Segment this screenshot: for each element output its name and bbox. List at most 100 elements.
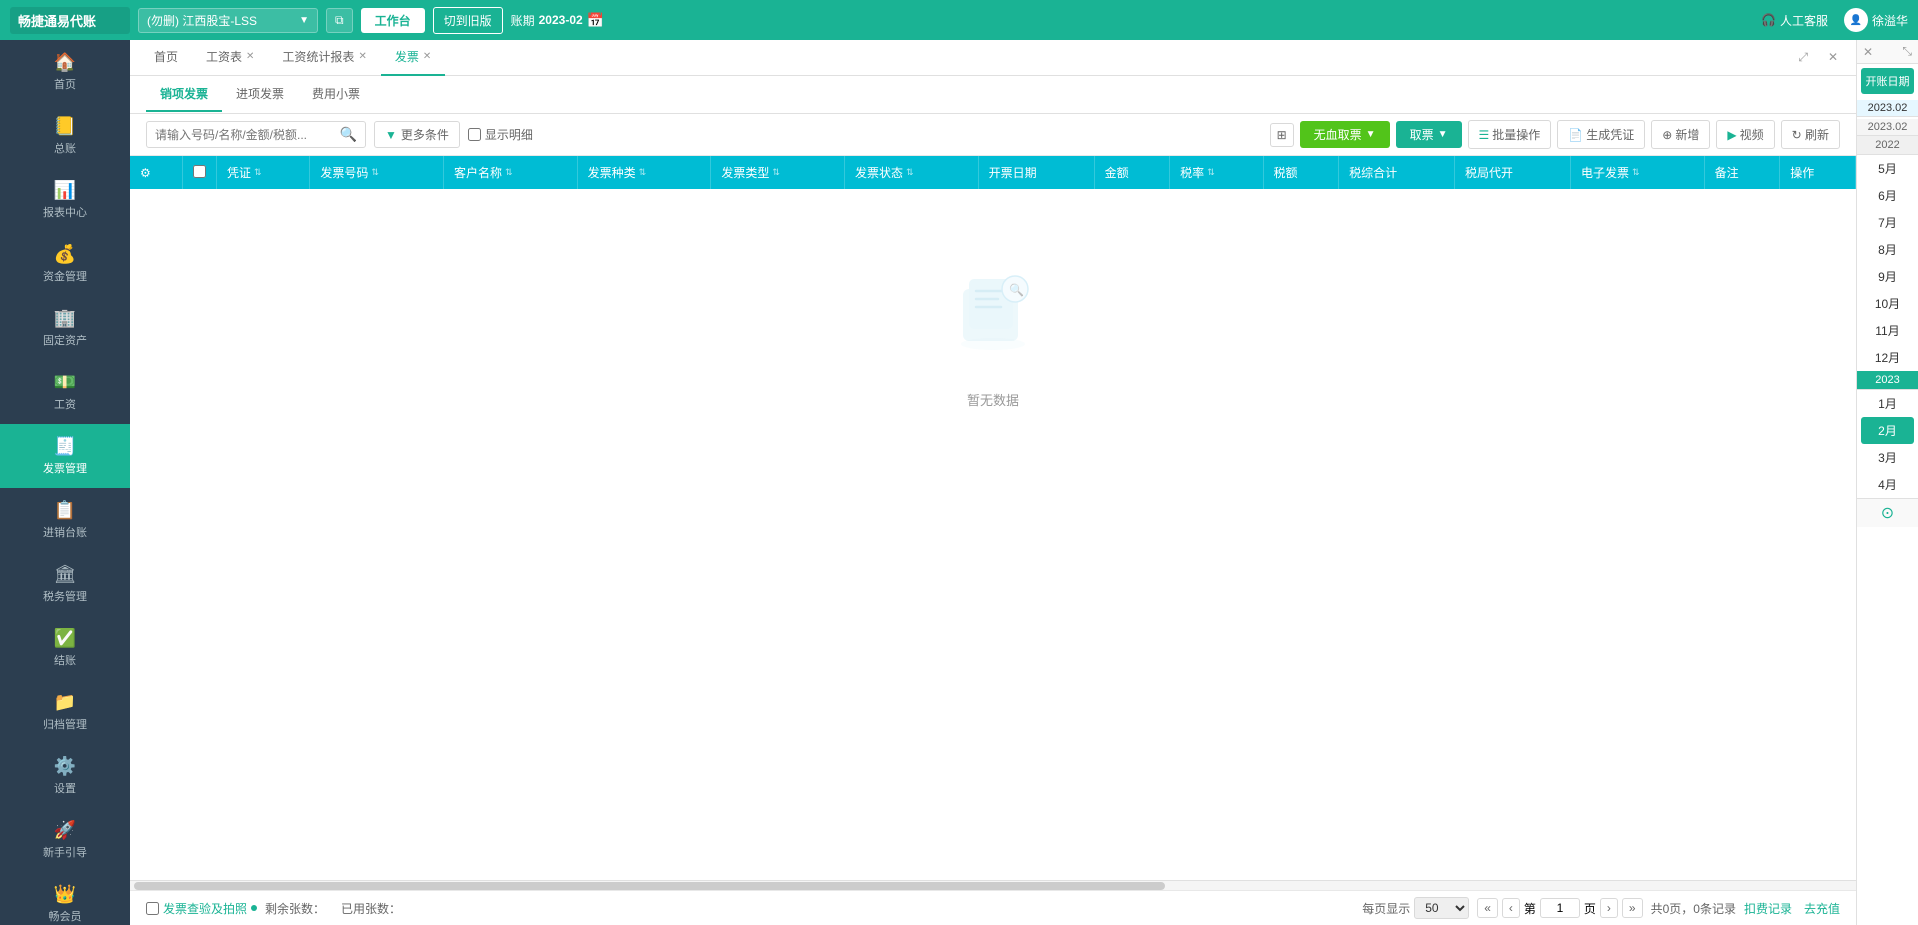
page-size-select[interactable]: 10 20 50 100 <box>1414 897 1469 919</box>
scroll-down-button[interactable]: ⊙ <box>1857 498 1918 527</box>
th-date[interactable]: 开票日期 <box>978 156 1094 189</box>
th-tax-rate[interactable]: 税率 ⇅ <box>1170 156 1263 189</box>
th-tax-bureau[interactable]: 税局代开 <box>1455 156 1571 189</box>
select-all-checkbox[interactable] <box>193 165 206 178</box>
month-2022-05[interactable]: 5月 <box>1857 155 1918 182</box>
month-2022-11[interactable]: 11月 <box>1857 317 1918 344</box>
month-2022-08[interactable]: 8月 <box>1857 236 1918 263</box>
tab-salary[interactable]: 工资表 ✕ <box>192 40 268 76</box>
deduct-record-link[interactable]: 扣费记录 <box>1744 900 1792 917</box>
tab-close-all-icon[interactable]: ✕ <box>1820 46 1846 69</box>
company-selector[interactable]: (勿删) 江西股宝-LSS ▼ <box>138 8 318 33</box>
th-tax[interactable]: 税额 <box>1263 156 1339 189</box>
month-2022-10[interactable]: 10月 <box>1857 290 1918 317</box>
month-2023-01[interactable]: 1月 <box>1857 390 1918 417</box>
report-icon: 📊 <box>54 180 76 201</box>
sidebar-item-finance[interactable]: 💰 资金管理 <box>0 232 130 296</box>
recharge-link[interactable]: 去充值 <box>1804 900 1840 917</box>
filter-button[interactable]: ▼ 更多条件 <box>374 121 460 148</box>
tab-close-invoice[interactable]: ✕ <box>423 51 431 62</box>
video-button[interactable]: ▶ 视频 <box>1716 120 1774 149</box>
tab-invoice[interactable]: 发票 ✕ <box>381 40 445 76</box>
search-box[interactable]: 🔍 <box>146 121 366 148</box>
month-2022-07[interactable]: 7月 <box>1857 209 1918 236</box>
service-button[interactable]: 🎧 人工客服 <box>1761 12 1828 29</box>
last-page-button[interactable]: » <box>1622 898 1643 918</box>
page-number-input[interactable] <box>1540 898 1580 918</box>
workbench-button[interactable]: 工作台 <box>361 8 425 33</box>
grid-view-button[interactable]: ⊞ <box>1270 123 1294 147</box>
new-button[interactable]: ⊕ 新增 <box>1651 120 1710 149</box>
tab-salary-report[interactable]: 工资统计报表 ✕ <box>268 40 380 76</box>
th-total[interactable]: 税综合计 <box>1339 156 1455 189</box>
tab-close-salary[interactable]: ✕ <box>246 51 254 62</box>
th-e-invoice[interactable]: 电子发票 ⇅ <box>1570 156 1704 189</box>
sub-tab-expense-receipt[interactable]: 费用小票 <box>298 77 374 112</box>
th-action[interactable]: 操作 <box>1780 156 1856 189</box>
date-panel: ✕ ⤡ 开账日期 2023.02 2023.02 2022 5月 6月 7月 8… <box>1856 40 1918 925</box>
th-remark[interactable]: 备注 <box>1704 156 1780 189</box>
th-checkbox[interactable] <box>183 156 217 189</box>
invoice-verify-checkbox[interactable] <box>146 902 159 915</box>
tab-close-salary-report[interactable]: ✕ <box>358 51 366 62</box>
month-2022-09[interactable]: 9月 <box>1857 263 1918 290</box>
sub-tab-purchase-invoice[interactable]: 进项发票 <box>222 77 298 112</box>
search-input[interactable] <box>155 128 336 142</box>
new-icon: ⊕ <box>1662 128 1672 142</box>
prev-page-button[interactable]: ‹ <box>1502 898 1520 918</box>
sidebar-item-label: 固定资产 <box>43 332 87 348</box>
sidebar-item-salary[interactable]: 💵 工资 <box>0 360 130 424</box>
calendar-icon[interactable]: 📅 <box>587 12 604 29</box>
next-page-button[interactable]: › <box>1600 898 1618 918</box>
no-tax-ticket-button[interactable]: 无血取票 ▼ <box>1300 121 1390 148</box>
invoice-verify-button[interactable]: 发票查验及拍照 <box>146 900 257 917</box>
sidebar-item-member[interactable]: 👑 畅会员 <box>0 872 130 925</box>
th-invoice-no[interactable]: 发票号码 ⇅ <box>310 156 444 189</box>
date-panel-expand-icon[interactable]: ⤡ <box>1902 44 1912 59</box>
copy-icon-button[interactable]: ⧉ <box>326 8 353 33</box>
old-version-button[interactable]: 切到旧版 <box>433 7 503 34</box>
open-period-button[interactable]: 开账日期 <box>1861 68 1914 94</box>
th-voucher[interactable]: 凭证 ⇅ <box>217 156 310 189</box>
show-detail-checkbox[interactable]: 显示明细 <box>468 126 533 143</box>
th-invoice-status[interactable]: 发票状态 ⇅ <box>844 156 978 189</box>
tab-controls: ⤢ ✕ <box>1790 46 1846 69</box>
month-2022-06[interactable]: 6月 <box>1857 182 1918 209</box>
sidebar-item-assets[interactable]: 🏢 固定资产 <box>0 296 130 360</box>
th-amount[interactable]: 金额 <box>1094 156 1170 189</box>
sidebar-item-home[interactable]: 🏠 首页 <box>0 40 130 104</box>
gen-voucher-button[interactable]: 📄 生成凭证 <box>1557 120 1645 149</box>
filter-icon: ▼ <box>385 128 397 142</box>
th-settings[interactable]: ⚙ <box>130 156 183 189</box>
first-page-button[interactable]: « <box>1477 898 1498 918</box>
sidebar-item-close[interactable]: ✅ 结账 <box>0 616 130 680</box>
sidebar-item-settings[interactable]: ⚙️ 设置 <box>0 744 130 808</box>
horizontal-scrollbar[interactable] <box>130 880 1856 890</box>
batch-ops-button[interactable]: ☰ 批量操作 <box>1468 120 1552 149</box>
salary-icon: 💵 <box>54 372 76 393</box>
sidebar-item-purchase[interactable]: 📋 进销台账 <box>0 488 130 552</box>
tab-home[interactable]: 首页 <box>140 40 192 76</box>
take-ticket-button[interactable]: 取票 ▼ <box>1396 121 1462 148</box>
month-2022-12[interactable]: 12月 <box>1857 344 1918 371</box>
sidebar-item-guide[interactable]: 🚀 新手引导 <box>0 808 130 872</box>
month-2023-03[interactable]: 3月 <box>1857 444 1918 471</box>
scroll-thumb[interactable] <box>134 882 1165 890</box>
tab-expand-icon[interactable]: ⤢ <box>1790 46 1816 69</box>
sidebar-item-report[interactable]: 📊 报表中心 <box>0 168 130 232</box>
sidebar-item-invoice[interactable]: 🧾 发票管理 <box>0 424 130 488</box>
sidebar-item-tax[interactable]: 🏛 税务管理 <box>0 552 130 616</box>
th-invoice-type[interactable]: 发票种类 ⇅ <box>577 156 711 189</box>
date-panel-close-icon[interactable]: ✕ <box>1863 45 1873 59</box>
sidebar-item-ledger[interactable]: 📒 总账 <box>0 104 130 168</box>
user-button[interactable]: 👤 徐溢华 <box>1844 8 1908 32</box>
th-customer[interactable]: 客户名称 ⇅ <box>444 156 578 189</box>
sub-tab-sales-invoice[interactable]: 销项发票 <box>146 77 222 112</box>
show-detail-input[interactable] <box>468 128 481 141</box>
refresh-button[interactable]: ↻ 刷新 <box>1781 120 1840 149</box>
sidebar-item-archive[interactable]: 📁 归档管理 <box>0 680 130 744</box>
month-2023-02[interactable]: 2月 <box>1861 417 1914 444</box>
month-2023-04[interactable]: 4月 <box>1857 471 1918 498</box>
search-icon[interactable]: 🔍 <box>340 126 357 143</box>
th-invoice-cat[interactable]: 发票类型 ⇅ <box>711 156 845 189</box>
